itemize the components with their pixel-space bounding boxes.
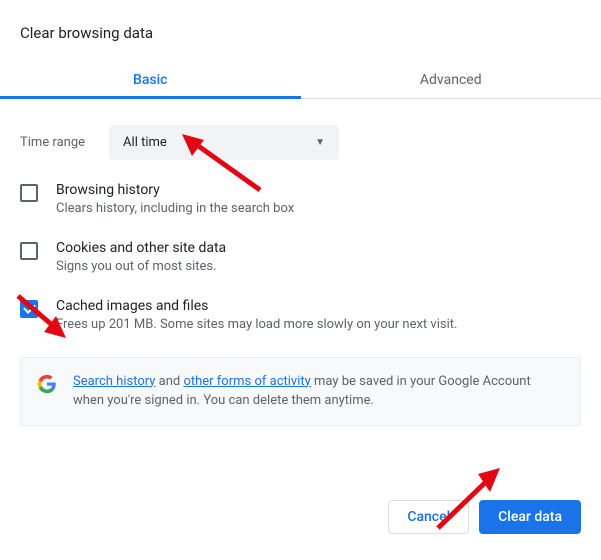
option-desc: Frees up 201 MB. Some sites may load mor…: [56, 316, 457, 334]
dialog-title: Clear browsing data: [20, 24, 581, 42]
checkbox-cached[interactable]: [20, 300, 38, 318]
option-desc: Clears history, including in the search …: [56, 200, 294, 218]
tab-advanced[interactable]: Advanced: [301, 60, 601, 98]
clear-data-button[interactable]: Clear data: [479, 500, 581, 534]
dialog-buttons: Cancel Clear data: [388, 500, 581, 534]
option-label: Cached images and files: [56, 298, 457, 314]
time-range-value: All time: [123, 135, 167, 150]
info-text: Search history and other forms of activi…: [73, 372, 564, 411]
option-label: Browsing history: [56, 182, 294, 198]
tab-basic[interactable]: Basic: [0, 60, 301, 98]
clear-browsing-data-dialog: Clear browsing data Basic Advanced Time …: [0, 0, 601, 426]
cancel-button[interactable]: Cancel: [388, 500, 469, 534]
time-range-row: Time range All time ▼: [20, 125, 581, 160]
option-desc: Signs you out of most sites.: [56, 258, 226, 276]
google-logo-icon: [37, 374, 57, 394]
tabs: Basic Advanced: [0, 60, 601, 99]
option-cached: Cached images and files Frees up 201 MB.…: [20, 298, 581, 334]
checkbox-browsing-history[interactable]: [20, 184, 38, 202]
google-account-info: Search history and other forms of activi…: [20, 357, 581, 426]
time-range-select[interactable]: All time ▼: [109, 125, 339, 160]
option-browsing-history: Browsing history Clears history, includi…: [20, 182, 581, 218]
chevron-down-icon: ▼: [315, 137, 325, 148]
option-cookies: Cookies and other site data Signs you ou…: [20, 240, 581, 276]
link-search-history[interactable]: Search history: [73, 374, 155, 389]
checkbox-cookies[interactable]: [20, 242, 38, 260]
time-range-label: Time range: [20, 135, 85, 150]
option-label: Cookies and other site data: [56, 240, 226, 256]
link-other-activity[interactable]: other forms of activity: [183, 374, 310, 389]
